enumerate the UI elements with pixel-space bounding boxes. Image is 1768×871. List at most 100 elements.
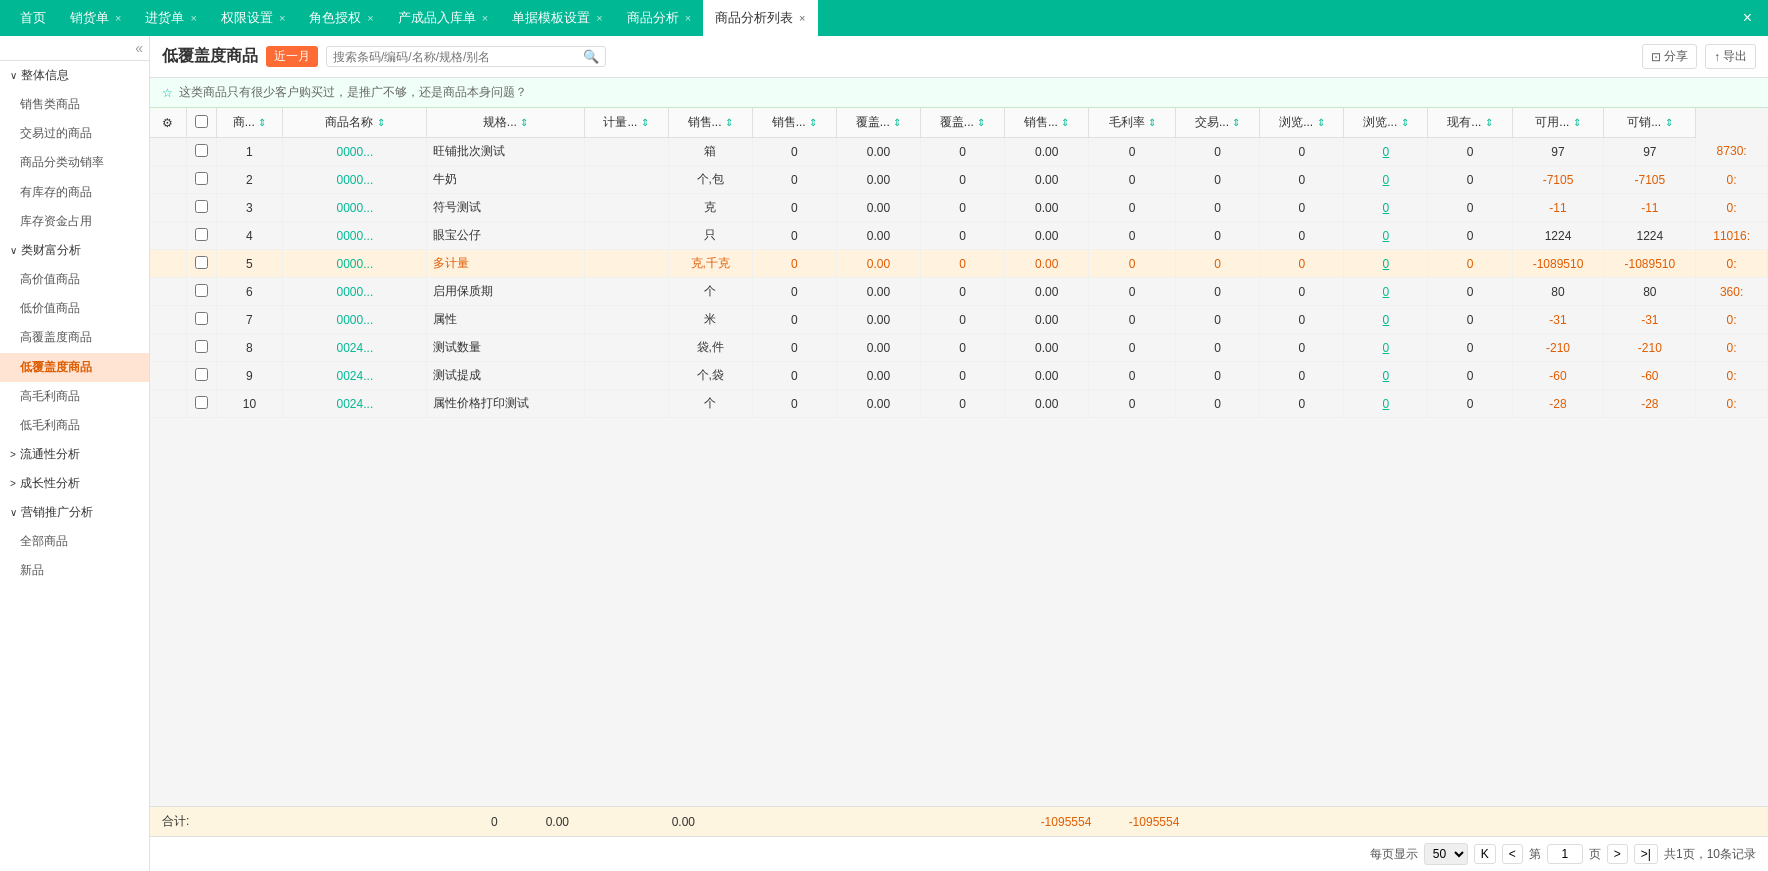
sidebar-group-growth[interactable]: > 成长性分析 — [0, 469, 149, 498]
cell-browse1[interactable]: 0 — [1344, 334, 1428, 362]
row-checkbox[interactable] — [195, 396, 208, 409]
cell-checkbox[interactable] — [186, 194, 216, 222]
col-browse2-sort[interactable]: ⇕ — [1401, 117, 1409, 128]
cell-browse1[interactable]: 0 — [1344, 278, 1428, 306]
col-sales-days-sort[interactable]: ⇕ — [1061, 117, 1069, 128]
cell-checkbox[interactable] — [186, 306, 216, 334]
cell-checkbox[interactable] — [186, 334, 216, 362]
sidebar-item-traded-products[interactable]: 交易过的商品 — [0, 119, 149, 148]
browse1-link[interactable]: 0 — [1383, 229, 1390, 243]
sidebar-group-amount[interactable]: ∨ 类财富分析 — [0, 236, 149, 265]
sidebar-group-marketing[interactable]: ∨ 营销推广分析 — [0, 498, 149, 527]
nav-analysis-list-close[interactable]: × — [799, 12, 805, 24]
cell-checkbox[interactable] — [186, 138, 216, 166]
sidebar-item-low-profit[interactable]: 低毛利商品 — [0, 411, 149, 440]
date-filter-btn[interactable]: 近一月 — [266, 46, 318, 67]
sidebar-item-high-profit[interactable]: 高毛利商品 — [0, 382, 149, 411]
page-input[interactable] — [1547, 844, 1583, 864]
sidebar-item-sales-products[interactable]: 销售类商品 — [0, 90, 149, 119]
row-checkbox[interactable] — [195, 172, 208, 185]
nav-role-auth-close[interactable]: × — [367, 12, 373, 24]
col-available-stock-sort[interactable]: ⇕ — [1573, 117, 1581, 128]
cell-checkbox[interactable] — [186, 362, 216, 390]
col-sales-amt-sort[interactable]: ⇕ — [809, 117, 817, 128]
table-container[interactable]: ⚙ 商... ⇕ 商品名称 ⇕ — [150, 108, 1768, 806]
cell-browse1[interactable]: 0 — [1344, 222, 1428, 250]
browse1-link[interactable]: 0 — [1383, 341, 1390, 355]
first-page-btn[interactable]: K — [1474, 844, 1496, 864]
col-gross-rate-sort[interactable]: ⇕ — [1148, 117, 1156, 128]
sidebar-item-low-value[interactable]: 低价值商品 — [0, 294, 149, 323]
row-checkbox[interactable] — [195, 284, 208, 297]
col-code-sort[interactable]: ⇕ — [258, 117, 266, 128]
browse1-link[interactable]: 0 — [1383, 145, 1390, 159]
browse1-link[interactable]: 0 — [1383, 397, 1390, 411]
cell-checkbox[interactable] — [186, 222, 216, 250]
nav-product-entry-close[interactable]: × — [482, 12, 488, 24]
col-available2-sort[interactable]: ⇕ — [1665, 117, 1673, 128]
row-checkbox[interactable] — [195, 368, 208, 381]
col-checkbox[interactable] — [186, 108, 216, 138]
cell-checkbox[interactable] — [186, 278, 216, 306]
col-current-stock-sort[interactable]: ⇕ — [1485, 117, 1493, 128]
browse1-link[interactable]: 0 — [1383, 313, 1390, 327]
browse1-link[interactable]: 0 — [1383, 173, 1390, 187]
sidebar-group-overall[interactable]: ∨ 整体信息 — [0, 61, 149, 90]
last-page-btn[interactable]: >| — [1634, 844, 1658, 864]
nav-analysis-list[interactable]: 商品分析列表 × — [703, 0, 817, 36]
sidebar-item-high-coverage[interactable]: 高覆盖度商品 — [0, 323, 149, 352]
nav-template[interactable]: 单据模板设置 × — [500, 0, 614, 36]
sidebar-item-capital-ratio[interactable]: 库存资金占用 — [0, 207, 149, 236]
cell-browse1[interactable]: 0 — [1344, 362, 1428, 390]
next-page-btn[interactable]: > — [1607, 844, 1628, 864]
nav-purchase[interactable]: 进货单 × — [133, 0, 208, 36]
cell-browse1[interactable]: 0 — [1344, 390, 1428, 418]
cell-browse1[interactable]: 0 — [1344, 194, 1428, 222]
browse1-link[interactable]: 0 — [1383, 201, 1390, 215]
sidebar-item-low-coverage[interactable]: 低覆盖度商品 — [0, 353, 149, 382]
col-browse1-sort[interactable]: ⇕ — [1317, 117, 1325, 128]
row-checkbox[interactable] — [195, 312, 208, 325]
export-button[interactable]: ↑ 导出 — [1705, 44, 1756, 69]
cell-checkbox[interactable] — [186, 166, 216, 194]
cell-browse1[interactable]: 0 — [1344, 166, 1428, 194]
row-checkbox[interactable] — [195, 256, 208, 269]
browse1-link[interactable]: 0 — [1383, 285, 1390, 299]
col-cov2-sort[interactable]: ⇕ — [977, 117, 985, 128]
sidebar-item-new-products[interactable]: 新品 — [0, 556, 149, 585]
cell-browse1[interactable]: 0 — [1344, 306, 1428, 334]
sidebar-item-turnover-rate[interactable]: 商品分类动销率 — [0, 148, 149, 177]
col-name-sort[interactable]: ⇕ — [377, 117, 385, 128]
prev-page-btn[interactable]: < — [1502, 844, 1523, 864]
col-trade-count-sort[interactable]: ⇕ — [1232, 117, 1240, 128]
cell-checkbox[interactable] — [186, 250, 216, 278]
cell-browse1[interactable]: 0 — [1344, 250, 1428, 278]
settings-icon[interactable]: ⚙ — [162, 116, 173, 130]
nav-permissions[interactable]: 权限设置 × — [209, 0, 297, 36]
browse1-link[interactable]: 0 — [1383, 257, 1390, 271]
nav-product-entry[interactable]: 产成品入库单 × — [386, 0, 500, 36]
share-button[interactable]: ⊡ 分享 — [1642, 44, 1697, 69]
col-cov1-sort[interactable]: ⇕ — [893, 117, 901, 128]
row-checkbox[interactable] — [195, 144, 208, 157]
select-all-checkbox[interactable] — [195, 115, 208, 128]
nav-template-close[interactable]: × — [596, 12, 602, 24]
cell-checkbox[interactable] — [186, 390, 216, 418]
col-spec-sort[interactable]: ⇕ — [520, 117, 528, 128]
nav-permissions-close[interactable]: × — [279, 12, 285, 24]
window-close-button[interactable]: × — [1735, 9, 1760, 27]
sidebar-collapse-btn[interactable]: « — [135, 40, 143, 56]
col-sales-qty-sort[interactable]: ⇕ — [725, 117, 733, 128]
sidebar-item-high-value[interactable]: 高价值商品 — [0, 265, 149, 294]
browse1-link[interactable]: 0 — [1383, 369, 1390, 383]
sidebar-item-all-products[interactable]: 全部商品 — [0, 527, 149, 556]
cell-browse1[interactable]: 0 — [1344, 138, 1428, 166]
row-checkbox[interactable] — [195, 200, 208, 213]
nav-home[interactable]: 首页 — [8, 0, 58, 36]
nav-analysis[interactable]: 商品分析 × — [615, 0, 703, 36]
nav-analysis-close[interactable]: × — [685, 12, 691, 24]
col-settings[interactable]: ⚙ — [150, 108, 186, 138]
nav-sales-close[interactable]: × — [115, 12, 121, 24]
row-checkbox[interactable] — [195, 340, 208, 353]
row-checkbox[interactable] — [195, 228, 208, 241]
